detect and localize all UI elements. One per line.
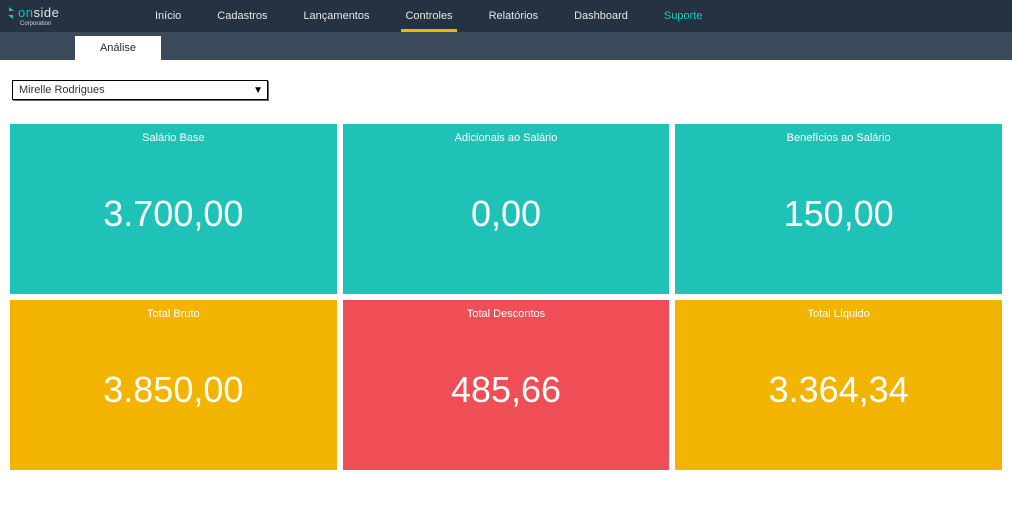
tab-analise[interactable]: Análise <box>75 36 161 60</box>
tile-value: 3.850,00 <box>10 310 337 470</box>
brand-subtitle: Corporation <box>20 21 75 27</box>
tile-total-bruto: Total Bruto 3.850,00 <box>10 300 337 470</box>
brand-block: onside Corporation <box>0 6 75 27</box>
top-navbar: onside Corporation Início Cadastros Lanç… <box>0 0 1012 32</box>
tile-value: 3.700,00 <box>10 134 337 294</box>
brand-on: on <box>18 5 33 20</box>
tile-total-liquido: Total Líquido 3.364,34 <box>675 300 1002 470</box>
nav-lancamentos[interactable]: Lançamentos <box>303 0 369 32</box>
brand-glyph-icon <box>6 6 16 20</box>
tile-value: 150,00 <box>675 134 1002 294</box>
brand-logo: onside <box>6 6 75 20</box>
nav-controles[interactable]: Controles <box>405 0 452 32</box>
tile-value: 3.364,34 <box>675 310 1002 470</box>
nav-cadastros[interactable]: Cadastros <box>217 0 267 32</box>
tile-total-descontos: Total Descontos 485,66 <box>343 300 670 470</box>
brand-side: side <box>33 5 59 20</box>
nav-inicio[interactable]: Início <box>155 0 181 32</box>
sub-navbar: Análise <box>0 32 1012 60</box>
nav-relatorios[interactable]: Relatórios <box>489 0 539 32</box>
tiles-grid: Salário Base 3.700,00 Adicionais ao Salá… <box>0 120 1012 480</box>
tile-salario-base: Salário Base 3.700,00 <box>10 124 337 294</box>
nav-suporte[interactable]: Suporte <box>664 0 703 32</box>
nav-dashboard[interactable]: Dashboard <box>574 0 628 32</box>
main-nav: Início Cadastros Lançamentos Controles R… <box>155 0 702 32</box>
tile-beneficios: Benefícios ao Salário 150,00 <box>675 124 1002 294</box>
tile-adicionais: Adicionais ao Salário 0,00 <box>343 124 670 294</box>
employee-dropdown-value: Mirelle Rodrigues <box>19 84 105 96</box>
tile-value: 0,00 <box>343 134 670 294</box>
chevron-down-icon: ▼ <box>253 85 263 96</box>
tile-value: 485,66 <box>343 310 670 470</box>
employee-dropdown[interactable]: Mirelle Rodrigues ▼ <box>12 80 268 100</box>
filter-row: Mirelle Rodrigues ▼ <box>0 60 1012 120</box>
